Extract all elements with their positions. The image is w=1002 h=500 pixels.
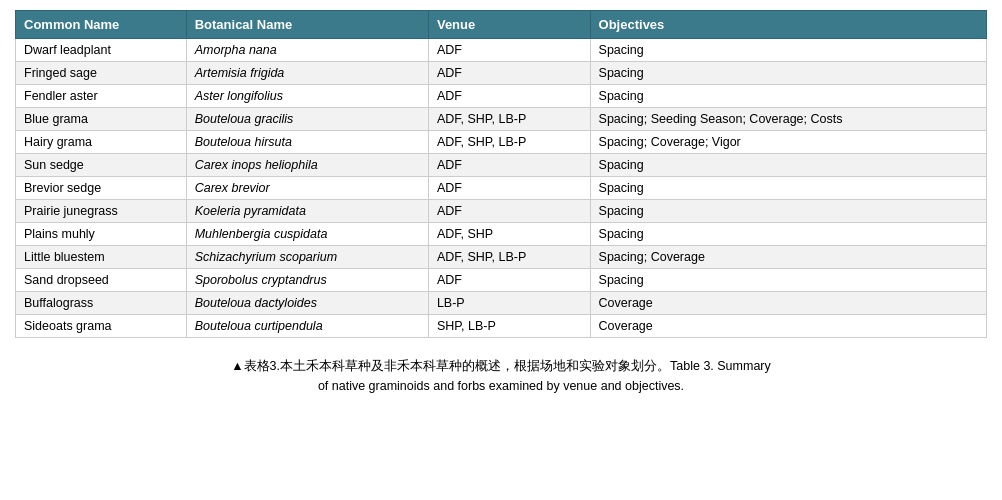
table-cell: Carex inops heliophila — [186, 154, 428, 177]
table-row: Brevior sedgeCarex breviorADFSpacing — [16, 177, 987, 200]
table-cell: Spacing — [590, 154, 986, 177]
table-cell: LB-P — [428, 292, 590, 315]
col-header-common-name: Common Name — [16, 11, 187, 39]
col-header-objectives: Objectives — [590, 11, 986, 39]
table-cell: Hairy grama — [16, 131, 187, 154]
caption-line1: ▲表格3.本土禾本科草种及非禾本科草种的概述，根据场地和实验对象划分。Table… — [35, 356, 967, 376]
table-row: Sand dropseedSporobolus cryptandrusADFSp… — [16, 269, 987, 292]
table-cell: Schizachyrium scoparium — [186, 246, 428, 269]
table-cell: Carex brevior — [186, 177, 428, 200]
table-cell: ADF — [428, 269, 590, 292]
table-cell: Sporobolus cryptandrus — [186, 269, 428, 292]
table-row: Plains muhlyMuhlenbergia cuspidataADF, S… — [16, 223, 987, 246]
table-cell: Koeleria pyramidata — [186, 200, 428, 223]
table-cell: Spacing; Coverage; Vigor — [590, 131, 986, 154]
table-cell: Aster longifolius — [186, 85, 428, 108]
table-cell: Spacing — [590, 200, 986, 223]
table-cell: Bouteloua curtipendula — [186, 315, 428, 338]
table-row: Fendler asterAster longifoliusADFSpacing — [16, 85, 987, 108]
table-cell: Spacing — [590, 39, 986, 62]
table-cell: Fringed sage — [16, 62, 187, 85]
table-cell: Brevior sedge — [16, 177, 187, 200]
table-cell: ADF — [428, 200, 590, 223]
table-caption: ▲表格3.本土禾本科草种及非禾本科草种的概述，根据场地和实验对象划分。Table… — [15, 356, 987, 396]
table-cell: ADF, SHP — [428, 223, 590, 246]
table-row: BuffalograssBouteloua dactyloidesLB-PCov… — [16, 292, 987, 315]
table-cell: Coverage — [590, 292, 986, 315]
table-cell: Plains muhly — [16, 223, 187, 246]
table-cell: Fendler aster — [16, 85, 187, 108]
table-row: Prairie junegrassKoeleria pyramidataADFS… — [16, 200, 987, 223]
table-cell: Sideoats grama — [16, 315, 187, 338]
table-cell: Buffalograss — [16, 292, 187, 315]
table-cell: Spacing — [590, 223, 986, 246]
table-cell: ADF — [428, 154, 590, 177]
table-cell: ADF, SHP, LB-P — [428, 108, 590, 131]
table-cell: Blue grama — [16, 108, 187, 131]
table-cell: Spacing — [590, 177, 986, 200]
col-header-botanical-name: Botanical Name — [186, 11, 428, 39]
table-header-row: Common Name Botanical Name Venue Objecti… — [16, 11, 987, 39]
table-cell: Bouteloua hirsuta — [186, 131, 428, 154]
table-cell: ADF — [428, 39, 590, 62]
table-cell: Spacing — [590, 269, 986, 292]
table-cell: ADF — [428, 62, 590, 85]
table-cell: ADF — [428, 85, 590, 108]
table-cell: Bouteloua gracilis — [186, 108, 428, 131]
table-cell: Bouteloua dactyloides — [186, 292, 428, 315]
table-cell: ADF, SHP, LB-P — [428, 246, 590, 269]
table-cell: ADF, SHP, LB-P — [428, 131, 590, 154]
table-cell: Amorpha nana — [186, 39, 428, 62]
table-cell: ADF — [428, 177, 590, 200]
col-header-venue: Venue — [428, 11, 590, 39]
table-row: Blue gramaBouteloua gracilisADF, SHP, LB… — [16, 108, 987, 131]
table-cell: Sand dropseed — [16, 269, 187, 292]
table-cell: SHP, LB-P — [428, 315, 590, 338]
table-cell: Spacing — [590, 62, 986, 85]
table-cell: Muhlenbergia cuspidata — [186, 223, 428, 246]
table-cell: Sun sedge — [16, 154, 187, 177]
caption-line2: of native graminoids and forbs examined … — [35, 376, 967, 396]
table-row: Sun sedgeCarex inops heliophilaADFSpacin… — [16, 154, 987, 177]
table-row: Fringed sageArtemisia frigidaADFSpacing — [16, 62, 987, 85]
table-cell: Coverage — [590, 315, 986, 338]
table-row: Dwarf leadplantAmorpha nanaADFSpacing — [16, 39, 987, 62]
table-row: Sideoats gramaBouteloua curtipendulaSHP,… — [16, 315, 987, 338]
species-table: Common Name Botanical Name Venue Objecti… — [15, 10, 987, 338]
table-row: Little bluestemSchizachyrium scopariumAD… — [16, 246, 987, 269]
table-cell: Spacing; Coverage — [590, 246, 986, 269]
table-cell: Prairie junegrass — [16, 200, 187, 223]
table-cell: Spacing — [590, 85, 986, 108]
table-cell: Dwarf leadplant — [16, 39, 187, 62]
table-cell: Little bluestem — [16, 246, 187, 269]
table-cell: Artemisia frigida — [186, 62, 428, 85]
table-row: Hairy gramaBouteloua hirsutaADF, SHP, LB… — [16, 131, 987, 154]
table-cell: Spacing; Seeding Season; Coverage; Costs — [590, 108, 986, 131]
